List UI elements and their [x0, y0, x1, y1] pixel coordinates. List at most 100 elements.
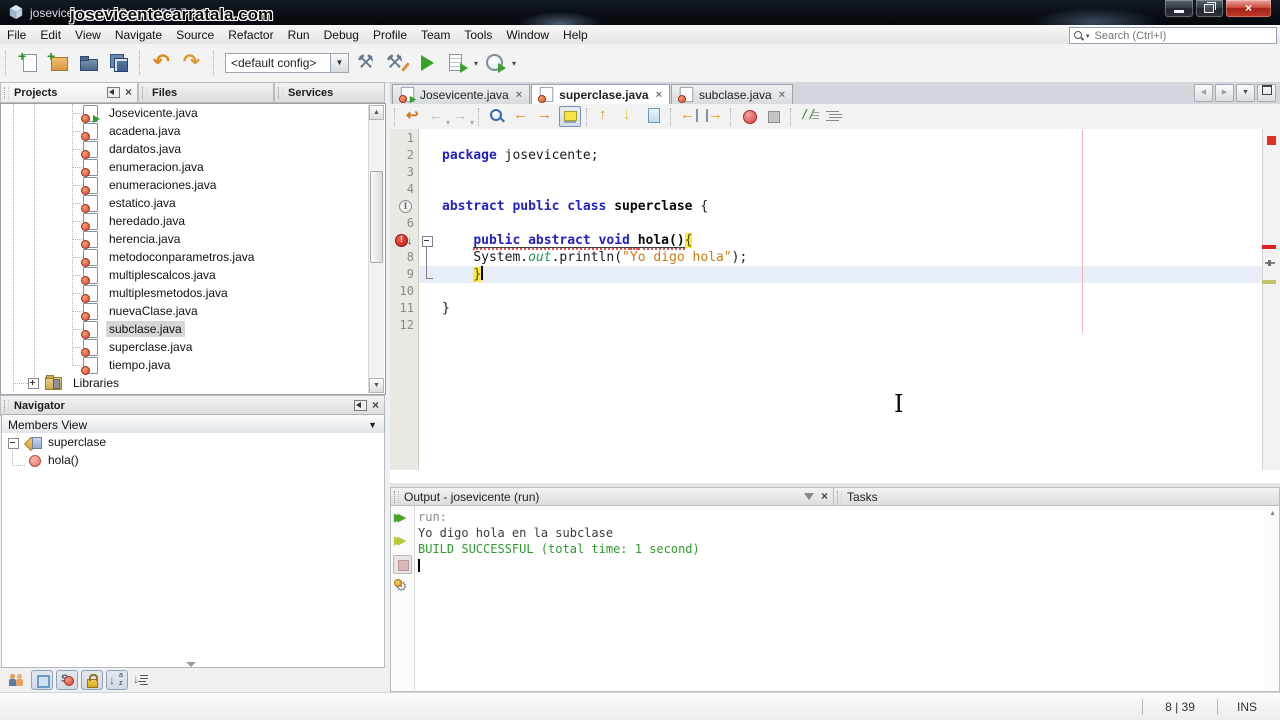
undo-button[interactable] [149, 49, 177, 77]
tree-node-superclase-java[interactable]: superclase.java [1, 338, 385, 357]
error-stripe-line-mark[interactable] [1262, 245, 1276, 249]
navigator-view-select[interactable]: Members View ▼ [1, 414, 385, 435]
tree-node-metodoconparametros-java[interactable]: metodoconparametros.java [1, 248, 385, 267]
rerun-button[interactable] [393, 509, 412, 528]
menu-item-debug[interactable]: Debug [317, 26, 366, 44]
restore-button[interactable] [1195, 0, 1224, 18]
close-panel-icon[interactable]: × [125, 86, 132, 98]
rerun-alt-button[interactable] [393, 532, 412, 551]
editor-tab-josevicente-java[interactable]: Josevicente.java × [392, 84, 531, 104]
inherited-filter-button[interactable] [6, 670, 28, 690]
scroll-tabs-right-button[interactable]: ▶ [1215, 84, 1234, 102]
toolbar-grip[interactable] [139, 51, 143, 75]
minimize-button[interactable] [1164, 0, 1194, 18]
code-line-8[interactable]: 8 System.out.println("Yo digo hola"); [390, 249, 1280, 266]
tree-node-heredado-java[interactable]: heredado.java [1, 212, 385, 231]
record-macro-button[interactable] [739, 106, 761, 127]
code-editor[interactable]: 1 2 package josevicente; 3 4 Iabstract public… [390, 129, 1280, 470]
tree-node-subclase-java[interactable]: subclase.java [1, 320, 385, 339]
files-header[interactable]: Files [138, 82, 274, 103]
close-panel-icon[interactable]: × [821, 490, 828, 502]
fields-filter-button[interactable] [31, 670, 53, 690]
tree-node-multiplescalcos-java[interactable]: multiplescalcos.java [1, 266, 385, 285]
new-project-button[interactable] [45, 48, 73, 77]
toolbar-grip[interactable] [213, 51, 217, 75]
menu-item-run[interactable]: Run [281, 26, 317, 44]
scroll-tabs-left-button[interactable]: ◀ [1194, 84, 1213, 102]
menu-item-edit[interactable]: Edit [33, 26, 68, 44]
find-button[interactable] [487, 106, 509, 127]
code-line-1[interactable]: 1 [390, 130, 1280, 147]
menu-item-view[interactable]: View [68, 26, 108, 44]
forward-button[interactable] [451, 106, 474, 127]
output-filter-icon[interactable] [803, 493, 814, 500]
search-dropdown-icon[interactable]: ▾ [1086, 32, 1090, 40]
code-line-7[interactable]: ! ↓ public abstract void hola(){ [390, 232, 1280, 250]
prev-bookmark-button[interactable] [595, 106, 617, 127]
scroll-down-button[interactable]: ▼ [369, 378, 384, 393]
error-stripe-highlight-mark[interactable] [1262, 280, 1276, 284]
output-caption[interactable]: Output - josevicente (run) × [390, 487, 834, 506]
stop-build-button[interactable] [393, 555, 412, 574]
run-button[interactable] [413, 49, 441, 77]
maximize-editor-button[interactable] [1257, 84, 1276, 102]
open-project-button[interactable] [75, 49, 103, 77]
profile-button[interactable] [481, 49, 509, 77]
splitter-handle-icon[interactable] [186, 662, 196, 667]
implements-badge-icon[interactable]: I [399, 200, 412, 213]
tree-node-nuevaclase-java[interactable]: nuevaClase.java [1, 302, 385, 321]
prev-occurrence-button[interactable] [511, 106, 533, 127]
menu-item-file[interactable]: File [0, 26, 33, 44]
error-stripe-error-mark[interactable] [1267, 136, 1276, 145]
next-occurrence-button[interactable] [535, 106, 557, 127]
toggle-highlight-button[interactable] [559, 106, 581, 127]
code-line-9[interactable]: 9 } [390, 266, 1280, 283]
close-button[interactable]: × [1225, 0, 1272, 18]
debug-button[interactable] [443, 49, 471, 77]
code-line-11[interactable]: 11} [390, 300, 1280, 317]
tree-node-acadena-java[interactable]: acadena.java [1, 122, 385, 141]
editor-tab-subclase-java[interactable]: subclase.java × [671, 84, 794, 104]
sort-alpha-filter-button[interactable] [106, 670, 128, 690]
tree-node-estatico-java[interactable]: estatico.java [1, 194, 385, 213]
menu-item-navigate[interactable]: Navigate [108, 26, 169, 44]
format-button[interactable] [823, 106, 845, 127]
back-button[interactable] [427, 106, 450, 127]
tree-node-multiplesmetodos-java[interactable]: multiplesmetodos.java [1, 284, 385, 303]
tree-node-tiempo-java[interactable]: tiempo.java [1, 356, 385, 375]
navigator-header[interactable]: Navigator × [0, 395, 385, 416]
code-line-10[interactable]: 10 [390, 283, 1280, 300]
code-line-3[interactable]: 3 [390, 164, 1280, 181]
tab-close-icon[interactable]: × [779, 89, 785, 100]
navigator-method-node[interactable]: hola() [2, 451, 384, 469]
toggle-bookmark-button[interactable] [643, 106, 665, 127]
code-line-4[interactable]: 4 [390, 181, 1280, 198]
code-line-12[interactable]: 12 [390, 317, 1280, 334]
expand-icon[interactable] [28, 378, 39, 389]
next-bookmark-button[interactable] [619, 106, 641, 127]
ant-settings-button[interactable] [393, 578, 412, 597]
toolbar-grip[interactable] [5, 51, 9, 75]
save-all-button[interactable] [105, 49, 133, 77]
tree-node-libraries[interactable]: Libraries [1, 374, 385, 392]
projects-scrollbar[interactable]: ▲ ▼ [368, 105, 384, 393]
tree-node-herencia-java[interactable]: herencia.java [1, 230, 385, 249]
tasks-caption[interactable]: Tasks [834, 487, 1280, 506]
tab-close-icon[interactable]: × [516, 89, 522, 100]
dropdown-arrow-icon[interactable]: ▾ [474, 59, 478, 68]
tree-node-enumeraciones-java[interactable]: enumeraciones.java [1, 176, 385, 195]
menu-item-help[interactable]: Help [556, 26, 595, 44]
search-input[interactable] [1092, 28, 1276, 43]
tab-list-dropdown-button[interactable]: ▼ [1236, 84, 1255, 102]
shift-left-button[interactable] [679, 106, 701, 127]
editor-tab-superclase-java[interactable]: superclase.java × [531, 84, 670, 104]
dock-window-icon[interactable] [106, 87, 120, 98]
menu-item-team[interactable]: Team [414, 26, 457, 44]
dock-window-icon[interactable] [353, 400, 367, 411]
output-body[interactable]: run: Yo digo hola en la subclase BUILD SUC… [390, 506, 1280, 692]
redo-button[interactable] [179, 49, 207, 77]
close-panel-icon[interactable]: × [372, 399, 379, 411]
non-public-filter-button[interactable] [81, 670, 103, 690]
new-file-button[interactable] [15, 48, 43, 77]
last-edit-button[interactable] [403, 106, 425, 127]
